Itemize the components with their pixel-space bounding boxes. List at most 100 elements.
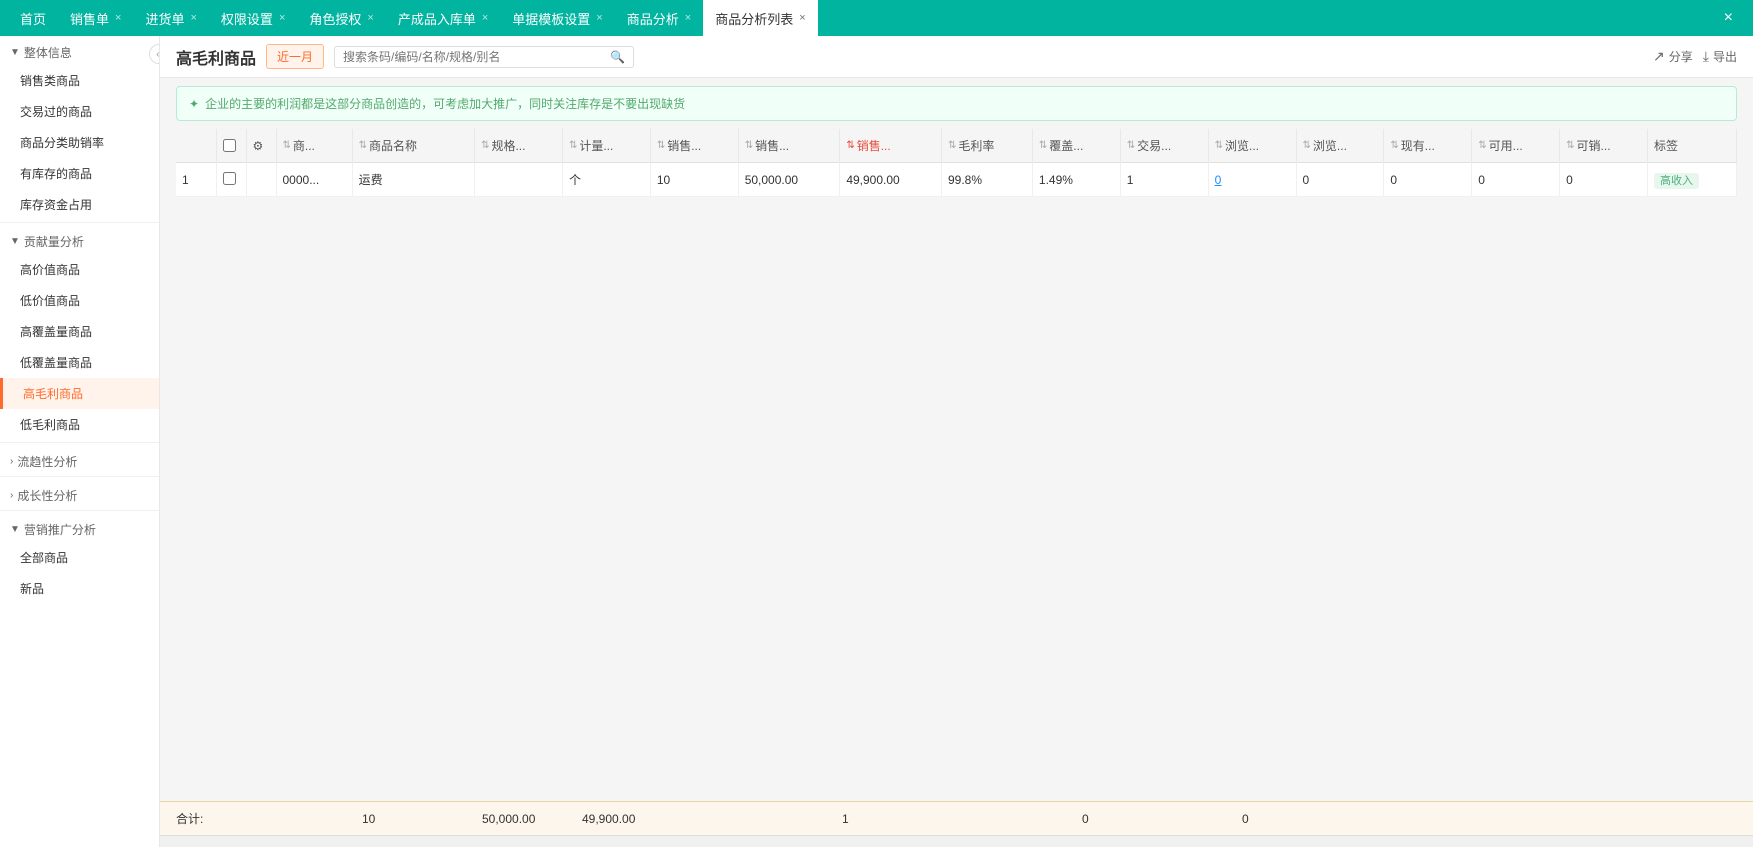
close-product-analysis-icon[interactable]: × bbox=[685, 12, 691, 24]
col-settings[interactable]: ⚙ bbox=[246, 129, 276, 163]
col-coverage[interactable]: ⇅覆盖... bbox=[1032, 129, 1120, 163]
col-unit[interactable]: ⇅计量... bbox=[562, 129, 650, 163]
close-finished-goods-icon[interactable]: × bbox=[482, 12, 488, 24]
collapse-arrow-trend: › bbox=[10, 456, 13, 467]
search-input[interactable] bbox=[343, 50, 610, 64]
export-button[interactable]: ⤓ 导出 bbox=[1703, 48, 1737, 65]
close-permission-icon[interactable]: × bbox=[279, 12, 285, 24]
content-header: 高毛利商品 近一月 🔍 ↗ 分享 ⤓ 导出 bbox=[160, 36, 1753, 78]
col-name[interactable]: ⇅商品名称 bbox=[352, 129, 474, 163]
sort-icon-browse1: ⇅ bbox=[1215, 140, 1223, 151]
cell-checkbox[interactable] bbox=[216, 163, 246, 197]
cell-current-stock: 0 bbox=[1384, 163, 1472, 197]
top-navigation: 首页 销售单 × 进货单 × 权限设置 × 角色授权 × 产成品入库单 × 单据… bbox=[0, 0, 1753, 36]
sidebar-group-trend[interactable]: › 流趋性分析 bbox=[0, 445, 159, 474]
sort-icon-saleable: ⇅ bbox=[1566, 140, 1574, 151]
sidebar-item-low-coverage[interactable]: 低覆盖量商品 bbox=[0, 347, 159, 378]
sort-icon: ⇅ bbox=[283, 140, 291, 151]
nav-template-settings[interactable]: 单据模板设置 × bbox=[500, 0, 614, 36]
collapse-arrow-contribution: ▼ bbox=[10, 236, 20, 247]
col-current-stock[interactable]: ⇅现有... bbox=[1384, 129, 1472, 163]
nav-sales-order[interactable]: 销售单 × bbox=[58, 0, 133, 36]
window-close-button[interactable]: × bbox=[1712, 9, 1745, 27]
col-browse1[interactable]: ⇅浏览... bbox=[1208, 129, 1296, 163]
nav-finished-goods[interactable]: 产成品入库单 × bbox=[386, 0, 500, 36]
sidebar-item-traded-goods[interactable]: 交易过的商品 bbox=[0, 96, 159, 127]
sidebar-group-growth[interactable]: › 成长性分析 bbox=[0, 479, 159, 508]
cell-transaction: 1 bbox=[1120, 163, 1208, 197]
sidebar-item-low-value[interactable]: 低价值商品 bbox=[0, 285, 159, 316]
sidebar-item-category-rate[interactable]: 商品分类助销率 bbox=[0, 127, 159, 158]
col-sales-qty[interactable]: ⇅销售... bbox=[650, 129, 738, 163]
sort-icon-margin: ⇅ bbox=[948, 140, 956, 151]
cell-saleable: 0 bbox=[1560, 163, 1648, 197]
col-available[interactable]: ⇅可用... bbox=[1472, 129, 1560, 163]
select-all-checkbox[interactable] bbox=[223, 139, 236, 152]
sidebar-item-high-value[interactable]: 高价值商品 bbox=[0, 254, 159, 285]
filter-recent-month-button[interactable]: 近一月 bbox=[266, 44, 324, 69]
search-box[interactable]: 🔍 bbox=[334, 46, 634, 68]
horizontal-scrollbar[interactable] bbox=[160, 835, 1753, 847]
sidebar-item-stock-capital[interactable]: 库存资金占用 bbox=[0, 189, 159, 220]
nav-purchase-order[interactable]: 进货单 × bbox=[133, 0, 208, 36]
close-product-analysis-list-icon[interactable]: × bbox=[799, 12, 805, 24]
sidebar-item-in-stock[interactable]: 有库存的商品 bbox=[0, 158, 159, 189]
total-transaction: 1 bbox=[836, 812, 916, 826]
col-transaction[interactable]: ⇅交易... bbox=[1120, 129, 1208, 163]
cell-name: 运费 bbox=[352, 163, 474, 197]
col-code[interactable]: ⇅商... bbox=[276, 129, 352, 163]
col-saleable[interactable]: ⇅可销... bbox=[1560, 129, 1648, 163]
page-title: 高毛利商品 bbox=[176, 45, 256, 69]
total-label: 合计: bbox=[176, 810, 356, 827]
col-sales-amount[interactable]: ⇅销售... bbox=[738, 129, 840, 163]
close-role-auth-icon[interactable]: × bbox=[367, 12, 373, 24]
close-sales-order-icon[interactable]: × bbox=[115, 12, 121, 24]
share-icon: ↗ bbox=[1653, 48, 1665, 65]
sort-icon-transaction: ⇅ bbox=[1127, 140, 1135, 151]
sort-icon-stock: ⇅ bbox=[1390, 140, 1398, 151]
col-checkbox[interactable] bbox=[216, 129, 246, 163]
nav-product-analysis[interactable]: 商品分析 × bbox=[615, 0, 703, 36]
cell-sales-profit: 49,900.00 bbox=[840, 163, 942, 197]
col-gross-margin[interactable]: ⇅毛利率 bbox=[941, 129, 1032, 163]
collapse-arrow-overall: ▼ bbox=[10, 47, 20, 58]
sidebar-group-contribution[interactable]: ▼ 贡献量分析 bbox=[0, 225, 159, 254]
sidebar-item-high-coverage[interactable]: 高覆盖量商品 bbox=[0, 316, 159, 347]
share-button[interactable]: ↗ 分享 bbox=[1653, 48, 1693, 65]
nav-product-analysis-list[interactable]: 商品分析列表 × bbox=[703, 0, 817, 36]
sidebar-item-high-margin[interactable]: 高毛利商品 bbox=[0, 378, 159, 409]
content-area: 高毛利商品 近一月 🔍 ↗ 分享 ⤓ 导出 ✦ 企业的主要的利润都是这部分 bbox=[160, 36, 1753, 847]
total-sales-amount: 50,000.00 bbox=[476, 812, 576, 826]
col-sales-profit[interactable]: ⇅销售... bbox=[840, 129, 942, 163]
cell-tag: 高收入 bbox=[1648, 163, 1737, 197]
collapse-arrow-growth: › bbox=[10, 490, 13, 501]
cell-browse1[interactable]: 0 bbox=[1208, 163, 1296, 197]
total-spacer1 bbox=[676, 812, 756, 826]
sidebar-item-low-margin[interactable]: 低毛利商品 bbox=[0, 409, 159, 440]
sort-icon-available: ⇅ bbox=[1478, 140, 1486, 151]
sort-icon-coverage: ⇅ bbox=[1039, 140, 1047, 151]
product-table: ⚙ ⇅商... ⇅商品名称 ⇅规格... ⇅计量... ⇅销售... ⇅销售..… bbox=[176, 129, 1737, 197]
search-icon[interactable]: 🔍 bbox=[610, 50, 625, 64]
sort-icon-browse2: ⇅ bbox=[1303, 140, 1311, 151]
sidebar-group-overall[interactable]: ▼ 整体信息 bbox=[0, 36, 159, 65]
sidebar-item-all-goods[interactable]: 全部商品 bbox=[0, 542, 159, 573]
col-browse2[interactable]: ⇅浏览... bbox=[1296, 129, 1384, 163]
close-template-icon[interactable]: × bbox=[596, 12, 602, 24]
sidebar-item-new-goods[interactable]: 新品 bbox=[0, 573, 159, 604]
nav-permission-settings[interactable]: 权限设置 × bbox=[209, 0, 297, 36]
col-spec[interactable]: ⇅规格... bbox=[475, 129, 563, 163]
sidebar-item-sales-goods[interactable]: 销售类商品 bbox=[0, 65, 159, 96]
nav-home[interactable]: 首页 bbox=[8, 0, 58, 36]
nav-role-auth[interactable]: 角色授权 × bbox=[297, 0, 385, 36]
info-banner: ✦ 企业的主要的利润都是这部分商品创造的，可考虑加大推广，同时关注库存是不要出现… bbox=[176, 86, 1737, 121]
col-tag[interactable]: 标签 bbox=[1648, 129, 1737, 163]
table-container: ⚙ ⇅商... ⇅商品名称 ⇅规格... ⇅计量... ⇅销售... ⇅销售..… bbox=[160, 129, 1753, 801]
table-row: 1 0000... 运费 个 10 50,000.00 49,900.00 99… bbox=[176, 163, 1737, 197]
cell-available: 0 bbox=[1472, 163, 1560, 197]
sidebar-group-marketing[interactable]: ▼ 营销推广分析 bbox=[0, 513, 159, 542]
sort-icon-name: ⇅ bbox=[359, 140, 367, 151]
row-checkbox[interactable] bbox=[223, 172, 236, 185]
sort-icon-profit: ⇅ bbox=[846, 140, 854, 151]
close-purchase-order-icon[interactable]: × bbox=[190, 12, 196, 24]
